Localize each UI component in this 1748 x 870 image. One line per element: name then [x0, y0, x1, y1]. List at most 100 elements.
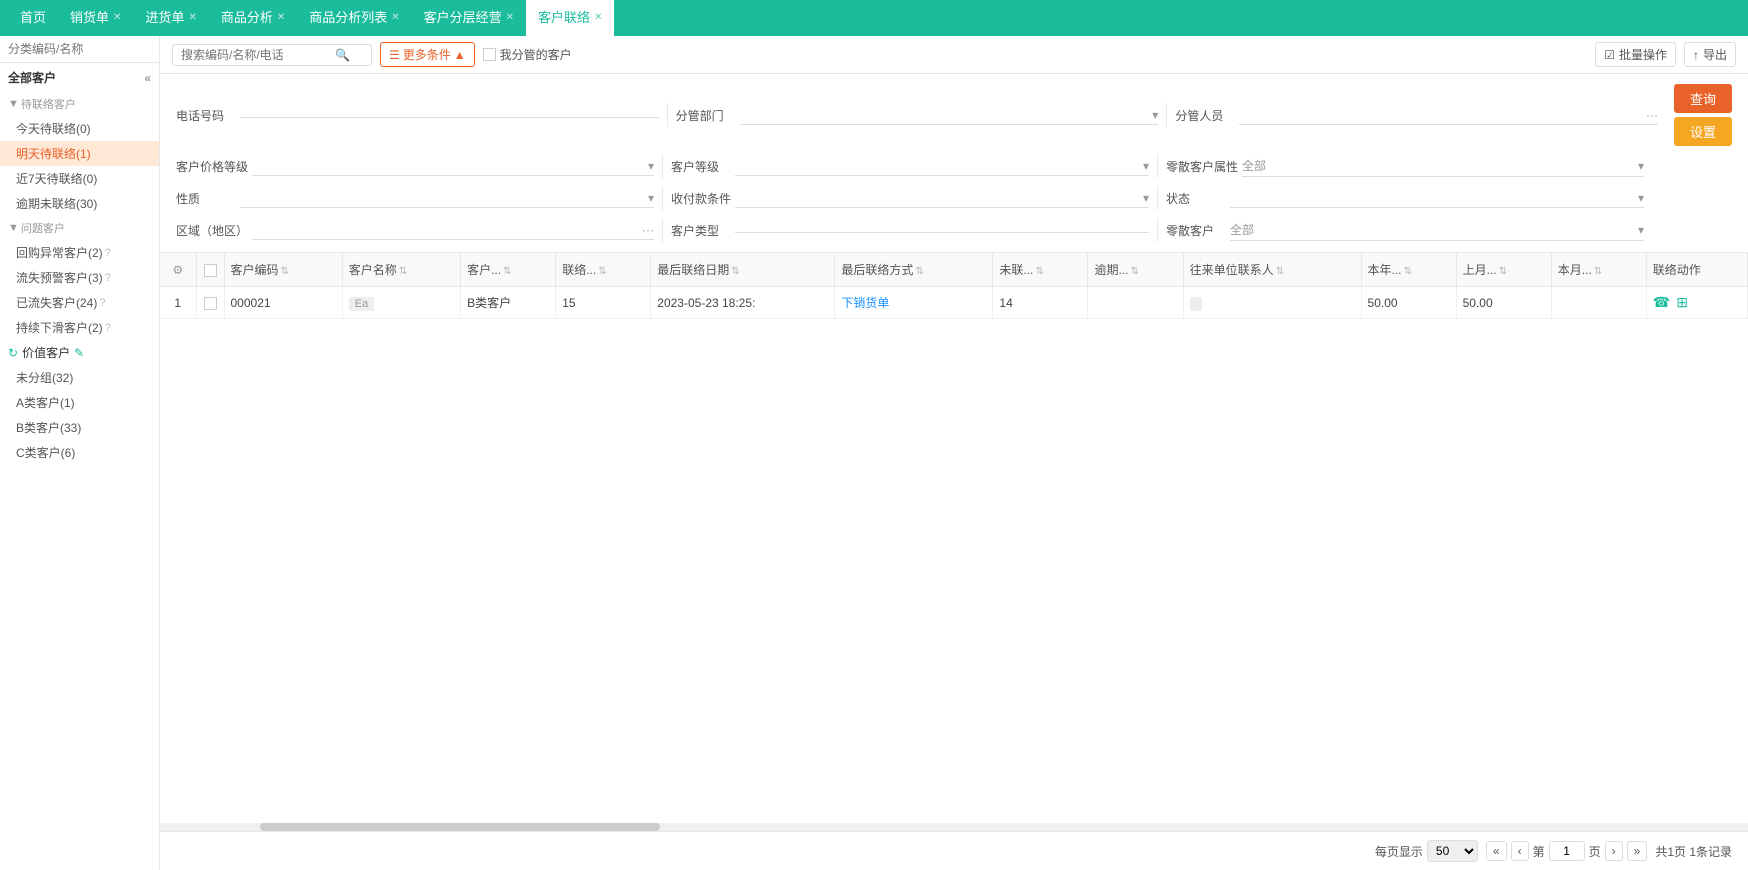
- sort-icon-code[interactable]: ⇅: [281, 266, 289, 277]
- sidebar-item-class-b[interactable]: B类客户(33): [0, 415, 159, 440]
- row-this-month: [1551, 287, 1646, 319]
- nav-customer-tier[interactable]: 客户分层经营 ✕: [412, 0, 526, 36]
- col-header-gear[interactable]: [160, 253, 196, 287]
- filter-row-2: 客户价格等级 ▾ 客户等级 ▾ 零散客户属性: [176, 154, 1732, 178]
- row-last-date: 2023-05-23 18:25:: [651, 287, 835, 319]
- sort-icon-date[interactable]: ⇅: [731, 266, 739, 277]
- nav-close-sales[interactable]: ✕: [113, 0, 121, 36]
- sidebar-item-lost-customers[interactable]: 已流失客户(24) ?: [0, 290, 159, 315]
- nav-next-button[interactable]: ›: [1605, 841, 1623, 861]
- nav-close-product-analysis[interactable]: ✕: [277, 0, 285, 36]
- filter-row-4: 区域（地区） ··· 客户类型 零散客户: [176, 218, 1732, 242]
- row-last-method[interactable]: 下销货单: [835, 287, 993, 319]
- filter-nature-select[interactable]: ▾: [240, 189, 654, 208]
- sort-icon-name[interactable]: ⇅: [399, 266, 407, 277]
- filter-customer-level-select[interactable]: ▾: [735, 157, 1149, 176]
- nav-prev-button[interactable]: ‹: [1511, 841, 1529, 861]
- row-contact-count: 15: [556, 287, 651, 319]
- filter-phone-label: 电话号码: [176, 107, 236, 124]
- nav-last-button[interactable]: »: [1627, 841, 1648, 861]
- divider-2: [1166, 103, 1167, 127]
- sort-icon-type[interactable]: ⇅: [503, 266, 511, 277]
- sidebar-item-7days[interactable]: 近7天待联络(0): [0, 166, 159, 191]
- scrollbar-thumb[interactable]: [260, 823, 660, 831]
- sort-icon-method[interactable]: ⇅: [915, 266, 923, 277]
- nav-close-customer-tier[interactable]: ✕: [506, 0, 514, 36]
- my-customers-checkbox[interactable]: 我分管的客户: [483, 46, 572, 63]
- filter-region-select[interactable]: ···: [252, 221, 654, 240]
- nav-customer-contact[interactable]: 客户联络 ✕: [526, 0, 614, 36]
- sort-icon-year[interactable]: ⇅: [1404, 266, 1412, 277]
- chevron-down-icon: ▾: [1152, 108, 1158, 122]
- filter-status: 状态 ▾: [1166, 189, 1644, 208]
- nav-product-analysis-list[interactable]: 商品分析列表 ✕: [297, 0, 411, 36]
- search-icon[interactable]: 🔍: [335, 48, 350, 62]
- horizontal-scrollbar[interactable]: [160, 823, 1748, 831]
- filter-payment-select[interactable]: ▾: [735, 189, 1149, 208]
- filter-scattered-select[interactable]: 全部 ▾: [1230, 219, 1644, 241]
- gear-icon[interactable]: [172, 263, 183, 277]
- sidebar-item-repurchase-anomaly[interactable]: 回购异常客户(2) ?: [0, 240, 159, 265]
- filter-price-select[interactable]: ▾: [252, 157, 654, 176]
- sidebar-item-tomorrow[interactable]: 明天待联络(1): [0, 141, 159, 166]
- nav-home[interactable]: 首页: [8, 0, 58, 36]
- filter-phone: 电话号码: [176, 107, 659, 124]
- qr-action-icon[interactable]: ⊞: [1676, 294, 1688, 311]
- search-input-container: 🔍: [172, 44, 372, 66]
- refresh-icon[interactable]: ↻: [8, 346, 18, 360]
- search-input[interactable]: [181, 48, 331, 62]
- sidebar-item-today[interactable]: 今天待联络(0): [0, 116, 159, 141]
- filter-scattered-attr-select[interactable]: 全部 ▾: [1242, 155, 1644, 177]
- all-customers-header[interactable]: 全部客户 «: [0, 63, 159, 92]
- filter-nature: 性质 ▾: [176, 189, 654, 208]
- sidebar-item-class-c[interactable]: C类客户(6): [0, 440, 159, 465]
- sort-icon-overdue[interactable]: ⇅: [1131, 266, 1139, 277]
- nav-first-button[interactable]: «: [1486, 841, 1507, 861]
- sort-icon-uncontacted[interactable]: ⇅: [1035, 266, 1043, 277]
- chevron-down-icon-8: ▾: [1638, 223, 1644, 237]
- sidebar-search-input[interactable]: [8, 42, 160, 56]
- batch-operation-button[interactable]: ☑ 批量操作: [1595, 42, 1676, 67]
- sort-icon-contact[interactable]: ⇅: [598, 266, 606, 277]
- row-type: B类客户: [461, 287, 556, 319]
- nav-product-analysis[interactable]: 商品分析 ✕: [209, 0, 297, 36]
- row-name: Ea: [342, 287, 460, 319]
- phone-action-icon[interactable]: ☎: [1653, 294, 1670, 311]
- nav-purchase-order[interactable]: 进货单 ✕: [133, 0, 208, 36]
- sidebar-item-declining[interactable]: 持续下滑客户(2) ?: [0, 315, 159, 340]
- sort-icon-last-month[interactable]: ⇅: [1499, 266, 1507, 277]
- last-method-link[interactable]: 下销货单: [841, 296, 889, 310]
- nav-sales-order[interactable]: 销货单 ✕: [58, 0, 133, 36]
- filter-status-select[interactable]: ▾: [1230, 189, 1644, 208]
- filter-phone-input[interactable]: [240, 113, 659, 118]
- sidebar-search-container: 🔍: [0, 36, 159, 63]
- page-number-input[interactable]: [1549, 841, 1585, 861]
- my-customers-check[interactable]: [483, 48, 496, 61]
- sidebar-item-class-a[interactable]: A类客户(1): [0, 390, 159, 415]
- row-checkbox[interactable]: [196, 287, 224, 319]
- sidebar-item-ungrouped[interactable]: 未分组(32): [0, 365, 159, 390]
- filter-person-select[interactable]: ···: [1239, 106, 1658, 125]
- query-button[interactable]: 查询: [1674, 84, 1732, 113]
- nav-close-customer-contact[interactable]: ✕: [594, 0, 602, 36]
- header-checkbox[interactable]: [204, 264, 217, 277]
- export-button[interactable]: ↑ 导出: [1684, 42, 1736, 67]
- more-conditions-button[interactable]: ☰ 更多条件 ▲: [380, 42, 475, 67]
- nav-close-purchase[interactable]: ✕: [188, 0, 196, 36]
- col-header-checkbox[interactable]: [196, 253, 224, 287]
- sort-icon-this-month[interactable]: ⇅: [1594, 266, 1602, 277]
- triangle-icon-2: ▼: [8, 222, 19, 234]
- filter-status-label: 状态: [1166, 190, 1226, 207]
- settings-button[interactable]: 设置: [1674, 117, 1732, 146]
- sidebar-item-overdue[interactable]: 逾期未联络(30): [0, 191, 159, 216]
- row-check-0[interactable]: [204, 297, 217, 310]
- edit-icon[interactable]: ✎: [74, 346, 84, 360]
- nav-close-product-list[interactable]: ✕: [391, 0, 399, 36]
- filter-dept-select[interactable]: ▾: [740, 106, 1159, 125]
- filter-customer-type-select[interactable]: [735, 228, 1149, 233]
- sort-icon-person[interactable]: ⇅: [1276, 266, 1284, 277]
- row-contact-person: [1183, 287, 1361, 319]
- chevron-down-icon-2: ▾: [648, 159, 654, 173]
- sidebar-item-churn-warning[interactable]: 流失预警客户(3) ?: [0, 265, 159, 290]
- page-size-select[interactable]: 50 10 20 100: [1427, 840, 1478, 862]
